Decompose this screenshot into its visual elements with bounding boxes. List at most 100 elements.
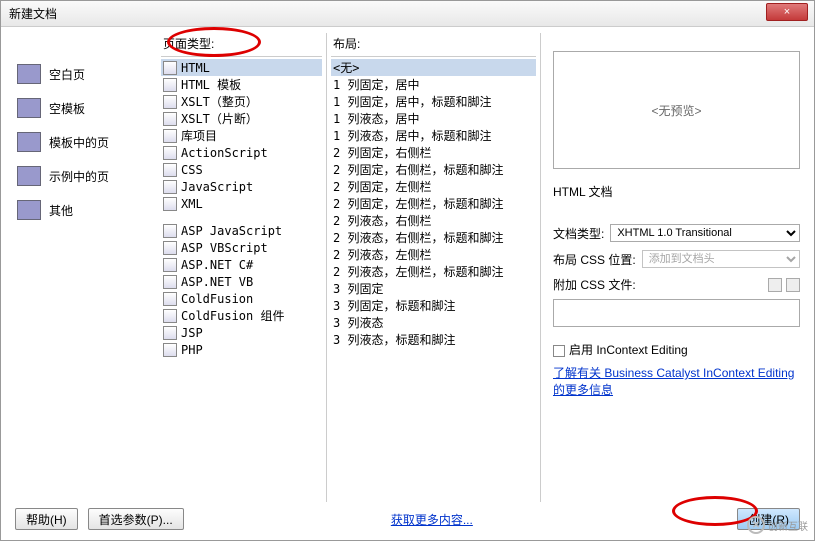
pagetype-item[interactable]: ColdFusion bbox=[161, 290, 322, 307]
layout-item[interactable]: 2 列固定，右侧栏 bbox=[331, 144, 536, 161]
titlebar: 新建文档 × bbox=[1, 1, 814, 27]
get-more-link[interactable]: 获取更多内容... bbox=[391, 513, 473, 527]
attach-css-label: 附加 CSS 文件: bbox=[553, 276, 636, 293]
layout-list[interactable]: <无>1 列固定，居中1 列固定，居中，标题和脚注1 列液态，居中1 列液态，居… bbox=[331, 59, 536, 348]
sidebar-item-blank-template[interactable]: 空模板 bbox=[15, 91, 161, 125]
doctype-select[interactable]: XHTML 1.0 Transitional bbox=[610, 224, 800, 242]
pagetype-item[interactable]: 库项目 bbox=[161, 127, 322, 144]
file-icon bbox=[163, 129, 177, 143]
file-icon bbox=[163, 343, 177, 357]
file-icon bbox=[163, 95, 177, 109]
link-icon[interactable] bbox=[768, 278, 782, 292]
layout-item[interactable]: 2 列液态，左侧栏，标题和脚注 bbox=[331, 263, 536, 280]
pagetype-item[interactable]: JSP bbox=[161, 324, 322, 341]
list-item-label: XSLT（整页） bbox=[181, 93, 258, 110]
layout-item[interactable]: 1 列液态，居中 bbox=[331, 110, 536, 127]
pagetype-item[interactable]: ColdFusion 组件 bbox=[161, 307, 322, 324]
browse-icon[interactable] bbox=[786, 278, 800, 292]
list-item-label: 2 列液态，右侧栏，标题和脚注 bbox=[333, 229, 503, 246]
pagetype-item[interactable]: XML bbox=[161, 195, 322, 212]
layout-item[interactable]: 1 列固定，居中 bbox=[331, 76, 536, 93]
page-icon bbox=[17, 64, 41, 84]
css-position-row: 布局 CSS 位置: 添加到文档头 bbox=[553, 250, 800, 268]
sidebar-item-page-from-template[interactable]: 模板中的页 bbox=[15, 125, 161, 159]
file-icon bbox=[163, 326, 177, 340]
layout-item[interactable]: 2 列液态，右侧栏 bbox=[331, 212, 536, 229]
help-button[interactable]: 帮助(H) bbox=[15, 508, 78, 530]
list-item-label: 2 列液态，左侧栏，标题和脚注 bbox=[333, 263, 503, 280]
list-item-label: ColdFusion 组件 bbox=[181, 307, 284, 324]
sidebar-item-page-from-sample[interactable]: 示例中的页 bbox=[15, 159, 161, 193]
list-item-label: ASP.NET C# bbox=[181, 258, 253, 272]
enable-checkbox[interactable] bbox=[553, 345, 565, 357]
list-item-label: CSS bbox=[181, 163, 203, 177]
file-icon bbox=[163, 292, 177, 306]
layout-item[interactable]: 2 列液态，右侧栏，标题和脚注 bbox=[331, 229, 536, 246]
pagetype-column: 页面类型: HTMLHTML 模板XSLT（整页）XSLT（片断）库项目 Acti… bbox=[161, 33, 327, 502]
pagetype-item[interactable]: ASP.NET VB bbox=[161, 273, 322, 290]
list-item-label: 2 列固定，左侧栏 bbox=[333, 178, 431, 195]
list-item-label: 3 列固定，标题和脚注 bbox=[333, 297, 455, 314]
preview-pane: <无预览> bbox=[553, 51, 800, 169]
list-item-label: ActionScript bbox=[181, 146, 268, 160]
pagetype-item[interactable]: XSLT（整页） bbox=[161, 93, 322, 110]
pagetype-item[interactable]: HTML 模板 bbox=[161, 76, 322, 93]
list-item-label: 2 列液态，右侧栏 bbox=[333, 212, 431, 229]
layout-item[interactable]: 2 列固定，左侧栏，标题和脚注 bbox=[331, 195, 536, 212]
layout-item[interactable]: 2 列液态，左侧栏 bbox=[331, 246, 536, 263]
pagetype-item[interactable]: PHP bbox=[161, 341, 322, 358]
list-item-label: 1 列固定，居中，标题和脚注 bbox=[333, 93, 491, 110]
file-icon bbox=[163, 146, 177, 160]
sidebar-item-label: 其他 bbox=[49, 202, 73, 219]
pagetype-item[interactable]: ASP.NET C# bbox=[161, 256, 322, 273]
list-item-label: PHP bbox=[181, 343, 203, 357]
content-area: 空白页 空模板 模板中的页 示例中的页 其他 页面类型: HTMLHTML 模板… bbox=[1, 27, 814, 540]
file-icon bbox=[163, 78, 177, 92]
layout-item[interactable]: 2 列固定，左侧栏 bbox=[331, 178, 536, 195]
pagetype-header: 页面类型: bbox=[161, 33, 322, 57]
layout-item[interactable]: 3 列固定，标题和脚注 bbox=[331, 297, 536, 314]
close-button[interactable]: × bbox=[766, 3, 808, 21]
layout-item[interactable]: <无> bbox=[331, 59, 536, 76]
list-item-label: 3 列固定 bbox=[333, 280, 383, 297]
layout-item[interactable]: 1 列固定，居中，标题和脚注 bbox=[331, 93, 536, 110]
sidebar-item-label: 模板中的页 bbox=[49, 134, 109, 151]
file-icon bbox=[163, 197, 177, 211]
pagetype-item[interactable]: ASP JavaScript bbox=[161, 222, 322, 239]
sidebar-item-other[interactable]: 其他 bbox=[15, 193, 161, 227]
list-item-label: 2 列液态，左侧栏 bbox=[333, 246, 431, 263]
layout-item[interactable]: 2 列固定，右侧栏，标题和脚注 bbox=[331, 161, 536, 178]
attach-css-box[interactable] bbox=[553, 299, 800, 327]
layout-item[interactable]: 1 列液态，居中，标题和脚注 bbox=[331, 127, 536, 144]
pagetype-item[interactable]: CSS bbox=[161, 161, 322, 178]
pagetype-item[interactable]: ASP VBScript bbox=[161, 239, 322, 256]
layout-item[interactable]: 3 列液态，标题和脚注 bbox=[331, 331, 536, 348]
layout-column: 布局: <无>1 列固定，居中1 列固定，居中，标题和脚注1 列液态，居中1 列… bbox=[327, 33, 541, 502]
watermark-icon: ✕ bbox=[747, 516, 765, 534]
list-item-label: XSLT（片断） bbox=[181, 110, 258, 127]
list-item-label: 3 列液态 bbox=[333, 314, 383, 331]
css-position-select: 添加到文档头 bbox=[642, 250, 800, 268]
pagetype-item[interactable]: ActionScript bbox=[161, 144, 322, 161]
list-item-label: 1 列液态，居中 bbox=[333, 110, 419, 127]
main-row: 空白页 空模板 模板中的页 示例中的页 其他 页面类型: HTMLHTML 模板… bbox=[15, 33, 800, 502]
learn-more-link[interactable]: 了解有关 Business Catalyst InContext Editing… bbox=[553, 366, 794, 397]
pagetype-list[interactable]: HTMLHTML 模板XSLT（整页）XSLT（片断）库项目 ActionScri… bbox=[161, 59, 322, 358]
footer: 帮助(H) 首选参数(P)... 获取更多内容... 创建(R) bbox=[15, 502, 800, 530]
pagetype-item[interactable]: JavaScript bbox=[161, 178, 322, 195]
layout-item[interactable]: 3 列固定 bbox=[331, 280, 536, 297]
list-item-label: XML bbox=[181, 197, 203, 211]
list-item-label: 2 列固定，左侧栏，标题和脚注 bbox=[333, 195, 503, 212]
layout-header: 布局: bbox=[331, 33, 536, 57]
preferences-button[interactable]: 首选参数(P)... bbox=[88, 508, 184, 530]
doc-type-label: HTML 文档 bbox=[553, 183, 800, 200]
pagetype-item[interactable]: XSLT（片断） bbox=[161, 110, 322, 127]
pagetype-item[interactable]: HTML bbox=[161, 59, 322, 76]
other-icon bbox=[17, 200, 41, 220]
sidebar-item-blank-page[interactable]: 空白页 bbox=[15, 57, 161, 91]
category-sidebar: 空白页 空模板 模板中的页 示例中的页 其他 bbox=[15, 33, 161, 502]
sidebar-item-label: 空模板 bbox=[49, 100, 85, 117]
dialog-window: 新建文档 × 空白页 空模板 模板中的页 示例中的页 其他 页面类型: HTML… bbox=[0, 0, 815, 541]
list-item-label: ColdFusion bbox=[181, 292, 253, 306]
layout-item[interactable]: 3 列液态 bbox=[331, 314, 536, 331]
